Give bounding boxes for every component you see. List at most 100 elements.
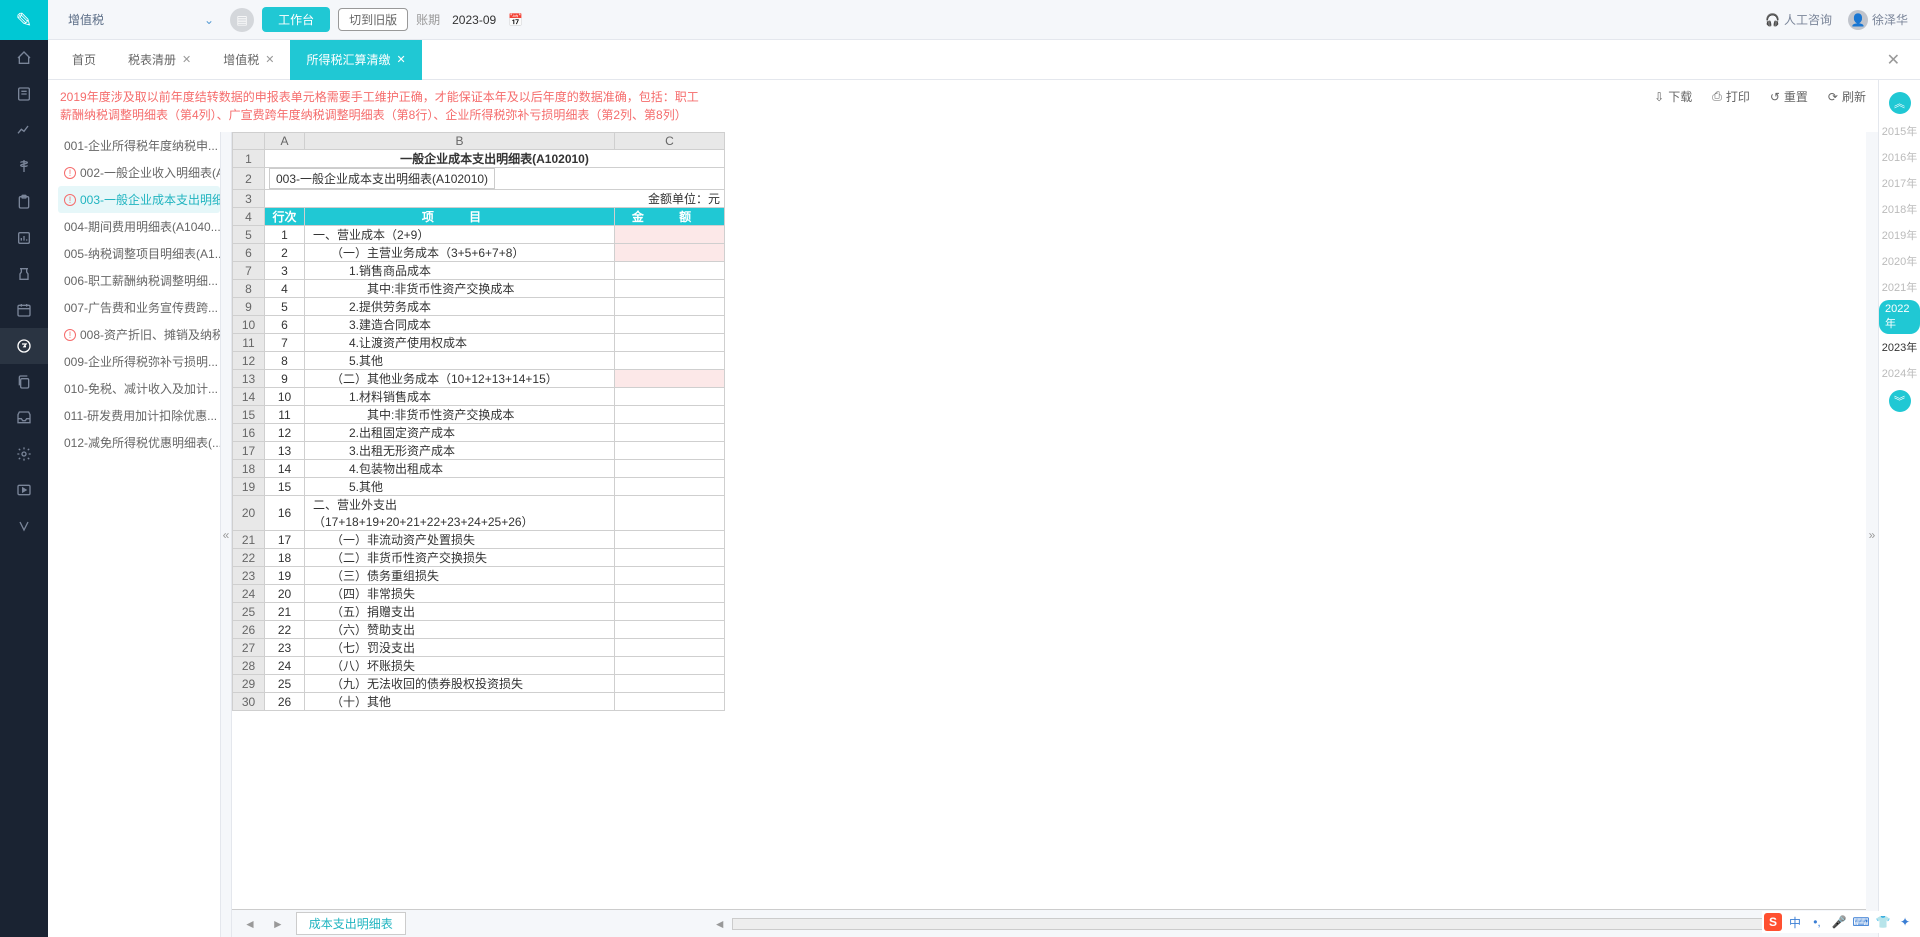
year-item[interactable]: 2022年 (1879, 300, 1920, 334)
row-index[interactable]: 13 (265, 442, 305, 460)
close-all-tabs[interactable]: ✕ (1875, 50, 1912, 70)
ime-mic-icon[interactable]: 🎤 (1830, 913, 1848, 931)
row-amount[interactable] (615, 531, 725, 549)
row-project[interactable]: 2.出租固定资产成本 (305, 424, 615, 442)
nav-settings-icon[interactable] (0, 436, 48, 472)
row-project[interactable]: （七）罚没支出 (305, 639, 615, 657)
tree-item[interactable]: 007-广告费和业务宣传费跨... (58, 294, 220, 321)
row-project[interactable]: （六）赞助支出 (305, 621, 615, 639)
row-amount[interactable] (615, 298, 725, 316)
nav-inbox-icon[interactable] (0, 400, 48, 436)
row-project[interactable]: （二）非货币性资产交换损失 (305, 549, 615, 567)
row-project[interactable]: 3.出租无形资产成本 (305, 442, 615, 460)
tree-item[interactable]: 009-企业所得税弥补亏损明... (58, 348, 220, 375)
nav-calendar-icon[interactable] (0, 292, 48, 328)
nav-v-icon[interactable] (0, 508, 48, 544)
row-amount[interactable] (615, 496, 725, 531)
row-project[interactable]: 其中:非货币性资产交换成本 (305, 280, 615, 298)
row-amount[interactable] (615, 280, 725, 298)
tab[interactable]: 所得税汇算清缴✕ (290, 40, 421, 80)
row-index[interactable]: 6 (265, 316, 305, 334)
sheet-tab-prev[interactable]: ◄ (240, 917, 260, 931)
row-project[interactable]: 2.提供劳务成本 (305, 298, 615, 316)
year-item[interactable]: 2016年 (1882, 144, 1917, 170)
row-index[interactable]: 3 (265, 262, 305, 280)
year-item[interactable]: 2024年 (1882, 360, 1917, 386)
row-amount[interactable] (615, 675, 725, 693)
row-index[interactable]: 23 (265, 639, 305, 657)
nav-tax-icon[interactable] (0, 328, 48, 364)
row-amount[interactable] (615, 460, 725, 478)
refresh-button[interactable]: ⟳刷新 (1828, 88, 1866, 105)
nav-report-icon[interactable] (0, 220, 48, 256)
year-item[interactable]: 2015年 (1882, 118, 1917, 144)
tree-item[interactable]: 011-研发费用加计扣除优惠... (58, 402, 220, 429)
row-index[interactable]: 19 (265, 567, 305, 585)
year-down-icon[interactable]: ︾ (1889, 390, 1911, 412)
calendar-icon[interactable]: 📅 (508, 13, 523, 27)
row-index[interactable]: 24 (265, 657, 305, 675)
row-amount[interactable] (615, 388, 725, 406)
row-index[interactable]: 2 (265, 244, 305, 262)
tab[interactable]: 税表清册✕ (112, 40, 207, 80)
row-index[interactable]: 8 (265, 352, 305, 370)
row-index[interactable]: 15 (265, 478, 305, 496)
ime-skin-icon[interactable]: 👕 (1874, 913, 1892, 931)
row-index[interactable]: 20 (265, 585, 305, 603)
row-amount[interactable] (615, 567, 725, 585)
row-index[interactable]: 14 (265, 460, 305, 478)
tree-item[interactable]: 001-企业所得税年度纳税申... (58, 132, 220, 159)
row-index[interactable]: 16 (265, 496, 305, 531)
row-project[interactable]: 4.包装物出租成本 (305, 460, 615, 478)
row-index[interactable]: 26 (265, 693, 305, 711)
row-amount[interactable] (615, 262, 725, 280)
close-icon[interactable]: ✕ (265, 53, 274, 66)
nav-home-icon[interactable] (0, 40, 48, 76)
tree-item[interactable]: !002-一般企业收入明细表(A... (58, 159, 220, 186)
ime-punct-icon[interactable]: •, (1808, 913, 1826, 931)
row-index[interactable]: 10 (265, 388, 305, 406)
row-project[interactable]: 5.其他 (305, 478, 615, 496)
year-up-icon[interactable]: ︽ (1889, 92, 1911, 114)
row-amount[interactable] (615, 478, 725, 496)
ime-logo-icon[interactable]: S (1764, 913, 1782, 931)
collapse-handle[interactable]: « (220, 132, 232, 937)
year-item[interactable]: 2023年 (1882, 334, 1917, 360)
row-project[interactable]: （一）主营业务成本（3+5+6+7+8） (305, 244, 615, 262)
user-menu[interactable]: 👤 徐泽华 (1848, 10, 1908, 30)
download-button[interactable]: ⇩下载 (1654, 88, 1692, 105)
ime-tool-icon[interactable]: ✦ (1896, 913, 1914, 931)
row-amount[interactable] (615, 585, 725, 603)
app-logo[interactable]: ✎ (0, 0, 48, 40)
sheet-tab[interactable]: 成本支出明细表 (296, 912, 406, 935)
year-item[interactable]: 2019年 (1882, 222, 1917, 248)
ime-keyboard-icon[interactable]: ⌨ (1852, 913, 1870, 931)
nav-doc-icon[interactable] (0, 76, 48, 112)
row-project[interactable]: 一、营业成本（2+9） (305, 226, 615, 244)
tree-item[interactable]: 012-减免所得税优惠明细表(... (58, 429, 220, 456)
row-amount[interactable] (615, 621, 725, 639)
nav-play-icon[interactable] (0, 472, 48, 508)
row-project[interactable]: 1.材料销售成本 (305, 388, 615, 406)
module-dropdown[interactable]: 增值税 ⌄ (60, 7, 222, 32)
row-index[interactable]: 17 (265, 531, 305, 549)
row-amount[interactable] (615, 316, 725, 334)
row-project[interactable]: （三）债务重组损失 (305, 567, 615, 585)
row-project[interactable]: （九）无法收回的债券股权投资损失 (305, 675, 615, 693)
workbench-button[interactable]: 工作台 (262, 7, 330, 32)
col-header[interactable]: C (615, 133, 725, 150)
row-project[interactable]: 1.销售商品成本 (305, 262, 615, 280)
row-amount[interactable] (615, 226, 725, 244)
row-project[interactable]: 5.其他 (305, 352, 615, 370)
row-amount[interactable] (615, 352, 725, 370)
row-index[interactable]: 18 (265, 549, 305, 567)
row-index[interactable]: 25 (265, 675, 305, 693)
row-project[interactable]: 3.建造合同成本 (305, 316, 615, 334)
row-project[interactable]: （四）非常损失 (305, 585, 615, 603)
col-header[interactable]: A (265, 133, 305, 150)
year-item[interactable]: 2017年 (1882, 170, 1917, 196)
nav-chart-icon[interactable] (0, 112, 48, 148)
expand-handle[interactable]: » (1866, 132, 1878, 937)
row-amount[interactable] (615, 370, 725, 388)
year-item[interactable]: 2020年 (1882, 248, 1917, 274)
